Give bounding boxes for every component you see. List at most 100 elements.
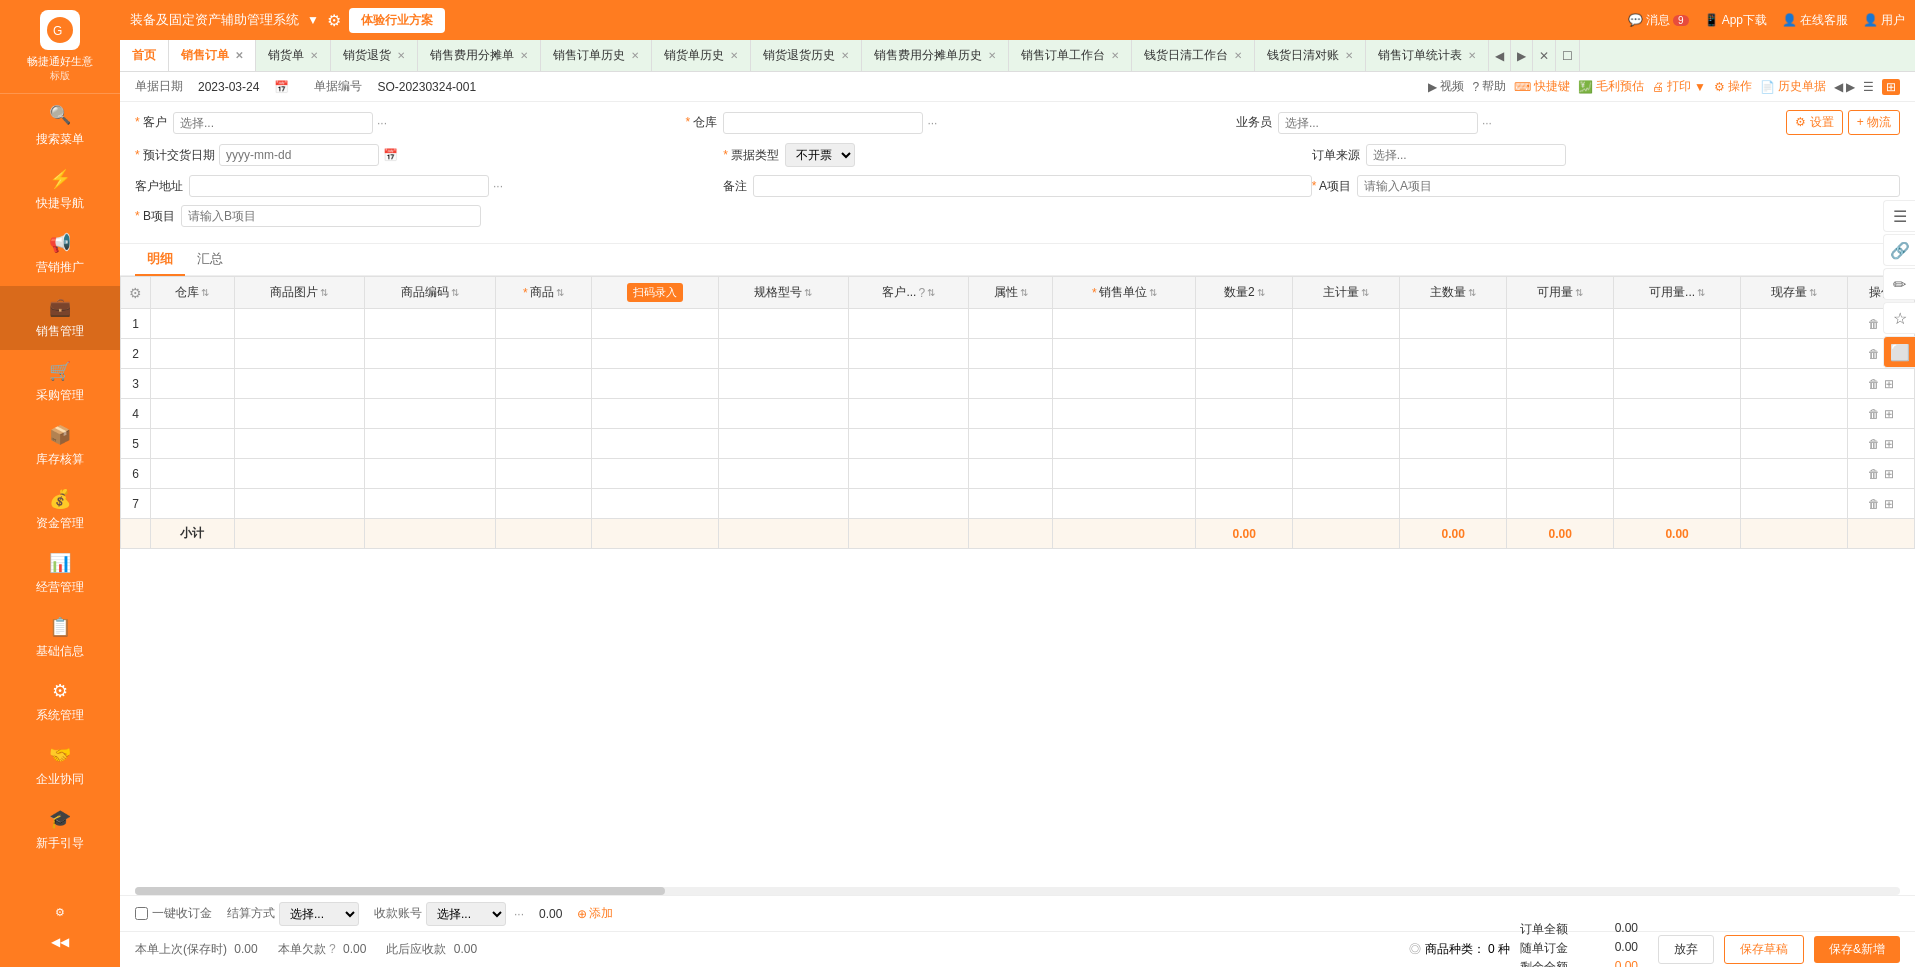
profit-btn[interactable]: 💹 毛利预估 [1578,78,1644,95]
tab-menu-btn[interactable]: ✕ [1533,40,1556,72]
rfb-edit[interactable]: ✏ [1883,268,1915,300]
tab-close-icon[interactable]: ✕ [397,50,405,61]
user-avatar[interactable]: 👤 用户 [1863,12,1905,29]
tab-close-icon[interactable]: ✕ [1345,50,1353,61]
tab-summary[interactable]: 汇总 [185,244,235,276]
row-attribute-1[interactable] [969,309,1053,339]
tab-sales-return[interactable]: 销货退货 ✕ [331,40,418,72]
settings-btn[interactable]: ⚙ 设置 [1786,110,1842,135]
delivery-date-input[interactable] [219,144,379,166]
sidebar-item-finance[interactable]: 💰 资金管理 [0,478,120,542]
main-unit-sort[interactable]: 主计量 ⇅ [1323,284,1369,301]
row-warehouse-2[interactable] [151,339,235,369]
print-dropdown-icon[interactable]: ▼ [1694,80,1706,94]
sidebar-item-search[interactable]: 🔍 搜索菜单 [0,94,120,158]
available-sort[interactable]: 可用量 ⇅ [1537,284,1583,301]
copy-row-icon[interactable]: ⊞ [1884,377,1894,391]
row-product-1[interactable] [495,309,592,339]
copy-row-icon[interactable]: ⊞ [1884,437,1894,451]
delete-row-icon[interactable]: 🗑 [1868,377,1880,391]
app-download-btn[interactable]: 📱 App下载 [1704,12,1767,29]
rfb-layout[interactable]: ☰ [1883,200,1915,232]
row-sales-unit-1[interactable] [1053,309,1196,339]
row-qty2-1[interactable] [1196,309,1293,339]
remark-input[interactable] [753,175,1311,197]
row-code-1[interactable] [365,309,495,339]
sidebar-item-purchase[interactable]: 🛒 采购管理 [0,350,120,414]
layout-expand-icon[interactable]: ⊞ [1882,79,1900,95]
account-more-icon[interactable]: ··· [514,907,524,921]
customer-address-input[interactable] [189,175,489,197]
next-record-btn[interactable]: ▶ [1846,80,1855,94]
tab-sales-stats[interactable]: 销售订单统计表 ✕ [1366,40,1489,72]
tab-sales-goods[interactable]: 销货单 ✕ [256,40,331,72]
customer-more-icon[interactable]: ··· [377,116,387,130]
sidebar-item-basic[interactable]: 📋 基础信息 [0,606,120,670]
tab-sales-expense[interactable]: 销售费用分摊单 ✕ [418,40,541,72]
shortcut-btn[interactable]: ⌨ 快捷键 [1514,78,1570,95]
copy-row-icon[interactable]: ⊞ [1884,467,1894,481]
scan-entry-btn[interactable]: 扫码录入 [627,283,683,302]
col-settings-icon[interactable]: ⚙ [129,285,142,301]
row-attribute-2[interactable] [969,339,1053,369]
sidebar-item-sales[interactable]: 💼 销售管理 [0,286,120,350]
tab-close-icon[interactable]: ✕ [631,50,639,61]
account-select[interactable]: 选择... [426,902,506,926]
tab-order-workbench[interactable]: 销售订单工作台 ✕ [1009,40,1132,72]
calendar-icon[interactable]: 📅 [274,80,289,94]
tab-close-icon[interactable]: ✕ [520,50,528,61]
notification-btn[interactable]: 💬 消息 9 [1628,12,1689,29]
tab-close-icon[interactable]: ✕ [730,50,738,61]
print-btn[interactable]: 🖨 打印 ▼ [1652,78,1706,95]
delete-row-icon[interactable]: 🗑 [1868,467,1880,481]
discard-btn[interactable]: 放弃 [1658,935,1714,964]
video-btn[interactable]: ▶ 视频 [1428,78,1464,95]
horizontal-scrollbar[interactable] [135,887,1900,895]
delete-row-icon[interactable]: 🗑 [1868,497,1880,511]
address-more-icon[interactable]: ··· [493,179,503,193]
rfb-star[interactable]: ☆ [1883,302,1915,334]
delete-row-icon[interactable]: 🗑 [1868,437,1880,451]
sidebar-collapse-btn[interactable]: ◀◀ [0,927,120,957]
rfb-link[interactable]: 🔗 [1883,234,1915,266]
row-code-2[interactable] [365,339,495,369]
row-qty2-2[interactable] [1196,339,1293,369]
tab-close-icon[interactable]: ✕ [1234,50,1242,61]
delivery-calendar-icon[interactable]: 📅 [383,148,398,162]
product-sort[interactable]: * 商品 ⇅ [523,284,564,301]
image-sort[interactable]: 商品图片 ⇅ [270,284,328,301]
row-product-2[interactable] [495,339,592,369]
row-warehouse-3[interactable] [151,369,235,399]
row-warehouse-1[interactable] [151,309,235,339]
row-customer-code-1[interactable] [849,309,969,339]
tab-prev-btn[interactable]: ◀ [1489,40,1511,72]
tab-cash-reconcile[interactable]: 钱货日清对账 ✕ [1255,40,1366,72]
one-click-deposit-checkbox[interactable] [135,907,148,920]
sidebar-item-business[interactable]: 📊 经营管理 [0,542,120,606]
tab-home[interactable]: 首页 [120,40,169,72]
tab-expand-btn[interactable]: ☐ [1556,40,1580,72]
help-btn[interactable]: ? 帮助 [1472,78,1506,95]
layout-list-icon[interactable]: ☰ [1863,80,1874,94]
tab-close-icon[interactable]: ✕ [1111,50,1119,61]
tab-goods-history[interactable]: 销货单历史 ✕ [652,40,751,72]
sidebar-item-marketing[interactable]: 📢 营销推广 [0,222,120,286]
sidebar-item-enterprise[interactable]: 🤝 企业协同 [0,734,120,798]
save-new-btn[interactable]: 保存&新增 [1814,936,1900,963]
tab-close-icon[interactable]: ✕ [1468,50,1476,61]
a-project-input[interactable] [1357,175,1900,197]
copy-row-icon[interactable]: ⊞ [1884,407,1894,421]
delete-row-icon[interactable]: 🗑 [1868,317,1880,331]
tab-sales-order[interactable]: 销售订单 ✕ [169,40,256,72]
sidebar-item-system[interactable]: ⚙ 系统管理 [0,670,120,734]
tab-close-icon[interactable]: ✕ [310,50,318,61]
operation-btn[interactable]: ⚙ 操作 [1714,78,1752,95]
save-draft-btn[interactable]: 保存草稿 [1724,935,1804,964]
sidebar-settings-btn[interactable]: ⚙ [0,898,120,927]
sidebar-item-inventory[interactable]: 📦 库存核算 [0,414,120,478]
available2-sort[interactable]: 可用量... ⇅ [1649,284,1705,301]
delete-row-icon[interactable]: 🗑 [1868,407,1880,421]
row-main-qty-1[interactable] [1400,309,1507,339]
sidebar-item-guide[interactable]: 🎓 新手引导 [0,798,120,862]
order-source-input[interactable] [1366,144,1566,166]
